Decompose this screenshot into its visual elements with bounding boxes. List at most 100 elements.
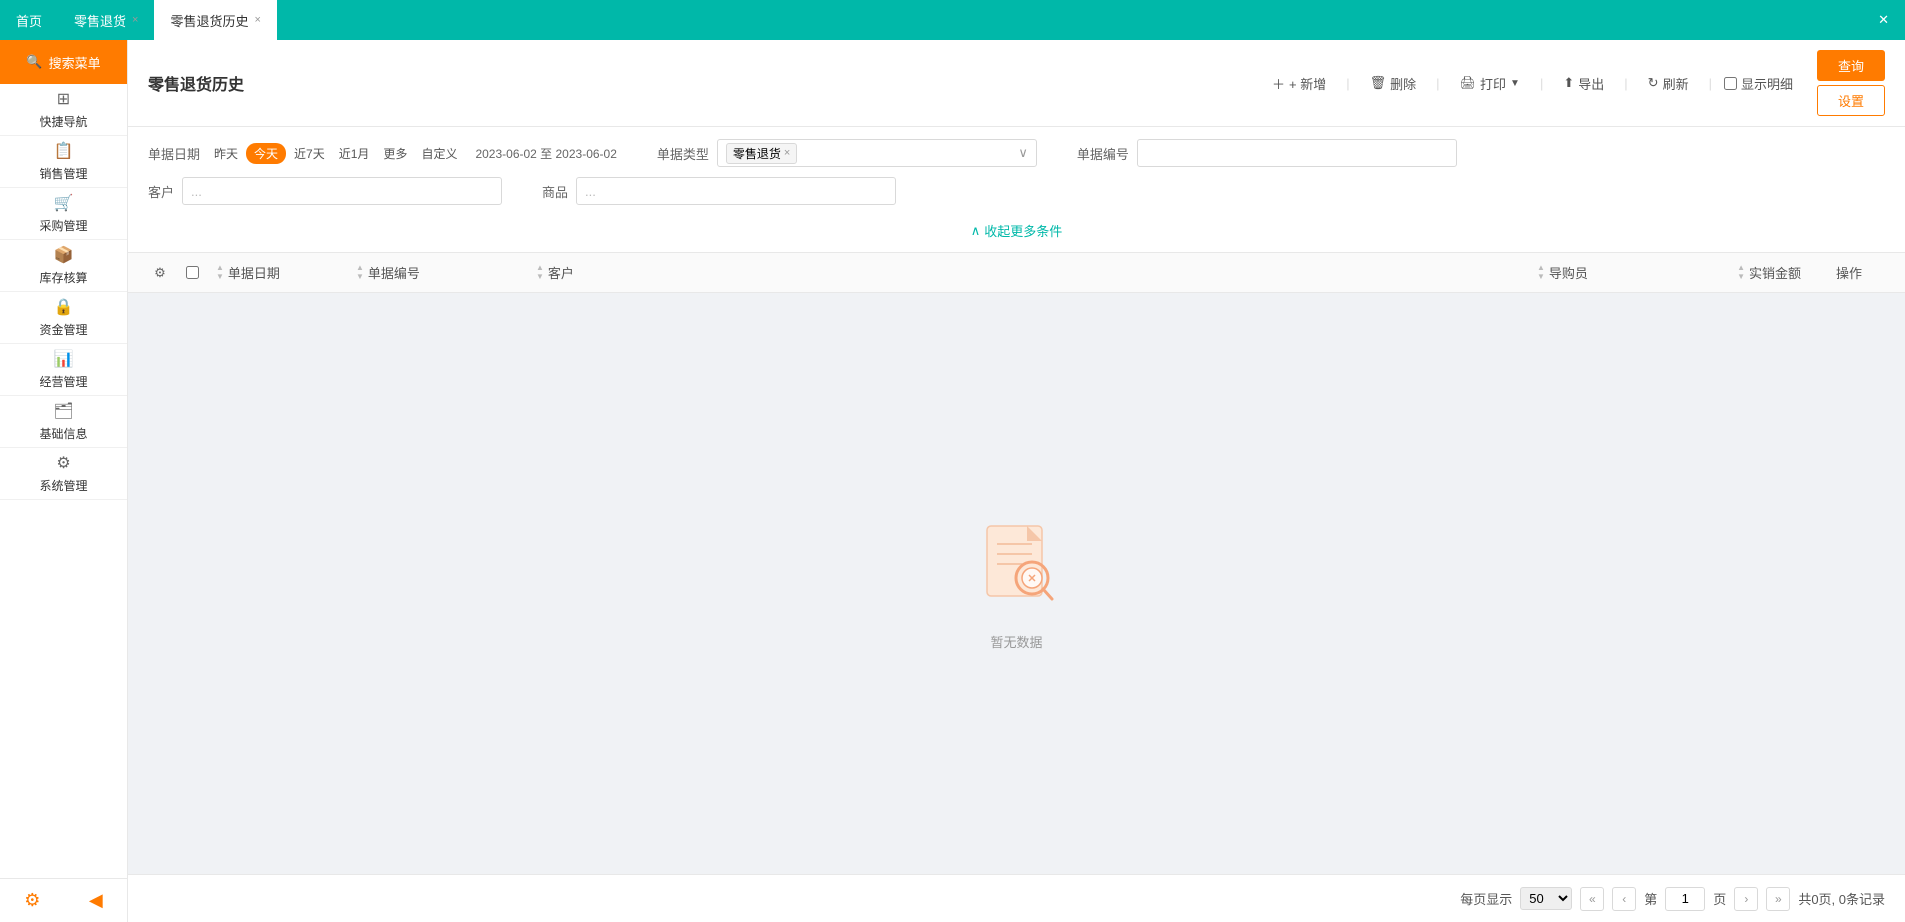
- print-icon: 🖨: [1460, 75, 1477, 91]
- collapse-sidebar-icon[interactable]: ◀: [89, 890, 103, 911]
- doctype-tag-close[interactable]: ×: [784, 147, 790, 159]
- select-all-checkbox[interactable]: [186, 266, 199, 279]
- page-next-btn[interactable]: ›: [1734, 887, 1758, 911]
- doctype-tag-label: 零售退货: [733, 145, 781, 162]
- tab-retail-return[interactable]: 零售退货 ×: [58, 0, 154, 40]
- collapse-icon: ∧: [971, 223, 981, 239]
- page-first-btn[interactable]: «: [1580, 887, 1604, 911]
- sidebar-bottom: ⚙ ◀: [0, 878, 127, 922]
- th-amount-sort[interactable]: ▲▼: [1737, 264, 1745, 281]
- refresh-icon: ↻: [1648, 75, 1659, 91]
- print-arrow-icon: ▼: [1510, 78, 1520, 89]
- date-btn-7days[interactable]: 近7天: [288, 143, 331, 164]
- filter-doctype-item: 单据类型 零售退货 × ∨: [657, 139, 1037, 167]
- refresh-button[interactable]: ↻ 刷新: [1640, 70, 1697, 97]
- sidebar-nav: ⊞ 快捷导航 📋 销售管理 🛒 采购管理 📦 库存核算 🔒 资金管理: [0, 84, 127, 500]
- date-btn-yesterday[interactable]: 昨天: [208, 143, 244, 164]
- th-guide-sort[interactable]: ▲▼: [1537, 264, 1545, 281]
- sidebar-item-quick-nav-label: 快捷导航: [39, 113, 87, 130]
- date-label: 单据日期: [148, 144, 200, 163]
- divider1: |: [1346, 76, 1349, 91]
- search-icon: 🔍: [26, 54, 42, 70]
- sidebar: 🔍 搜索菜单 ⊞ 快捷导航 📋 销售管理 🛒 采购管理 📦 库: [0, 40, 128, 922]
- new-icon: ＋: [1272, 74, 1285, 93]
- show-detail-checkbox[interactable]: [1724, 77, 1737, 90]
- per-page-select[interactable]: 50 100 200: [1520, 887, 1572, 910]
- date-btn-more[interactable]: 更多: [377, 143, 413, 164]
- pagination: 每页显示 50 100 200 « ‹ 第 页 › » 共0页, 0条记录: [128, 874, 1905, 922]
- delete-label: 删除: [1390, 74, 1416, 93]
- th-customer-label: 客户: [548, 263, 574, 282]
- sidebar-item-sales-mgmt[interactable]: 📋 销售管理: [0, 136, 127, 188]
- customer-input[interactable]: ...: [182, 177, 502, 205]
- tab-retail-return-label: 零售退货: [74, 11, 126, 30]
- goods-input[interactable]: ...: [576, 177, 896, 205]
- empty-state: 暂无数据: [128, 293, 1905, 874]
- export-label: 导出: [1578, 74, 1604, 93]
- sidebar-item-purchase-mgmt[interactable]: 🛒 采购管理: [0, 188, 127, 240]
- filter-row-1: 单据日期 昨天 今天 近7天 近1月 更多 自定义 2023-06-02 至 2…: [148, 139, 1885, 167]
- collapse-bar[interactable]: ∧ 收起更多条件: [148, 215, 1885, 240]
- no-data-illustration: [967, 516, 1067, 616]
- operations-icon: 📊: [54, 349, 74, 369]
- filter-goods-item: 商品 ...: [542, 177, 896, 205]
- sidebar-item-inventory-label: 库存核算: [39, 269, 87, 286]
- page-input[interactable]: [1665, 887, 1705, 911]
- empty-text: 暂无数据: [990, 632, 1042, 651]
- filter-customer-item: 客户 ...: [148, 177, 502, 205]
- delete-button[interactable]: 🗑 删除: [1362, 70, 1425, 97]
- sidebar-search[interactable]: 🔍 搜索菜单: [0, 40, 127, 84]
- th-docno-sort[interactable]: ▲▼: [356, 264, 364, 281]
- page-header: 零售退货历史 ＋ + 新增 | 🗑 删除 | 🖨 打印 ▼: [128, 40, 1905, 127]
- sidebar-item-finance-label: 资金管理: [39, 321, 87, 338]
- th-guide-label: 导购员: [1549, 263, 1588, 282]
- total-label: 共0页, 0条记录: [1798, 889, 1885, 908]
- show-detail-checkbox-label[interactable]: 显示明细: [1724, 74, 1793, 93]
- quick-nav-icon: ⊞: [57, 89, 70, 109]
- tab-home[interactable]: 首页: [0, 0, 58, 40]
- tab-retail-return-history-close[interactable]: ×: [254, 14, 260, 26]
- print-button[interactable]: 🖨 打印 ▼: [1452, 70, 1528, 97]
- new-button[interactable]: ＋ + 新增: [1264, 70, 1334, 97]
- th-date-sort[interactable]: ▲▼: [216, 264, 224, 281]
- sidebar-item-system-mgmt[interactable]: ⚙ 系统管理: [0, 448, 127, 500]
- sidebar-item-finance[interactable]: 🔒 资金管理: [0, 292, 127, 344]
- th-customer: ▲▼ 客户: [528, 263, 1529, 282]
- main-layout: 🔍 搜索菜单 ⊞ 快捷导航 📋 销售管理 🛒 采购管理 📦 库: [0, 40, 1905, 922]
- table-select-all[interactable]: [176, 266, 208, 279]
- date-btn-today[interactable]: 今天: [246, 143, 286, 164]
- th-docno: ▲▼ 单据编号: [348, 263, 528, 282]
- doctype-label: 单据类型: [657, 144, 709, 163]
- sidebar-item-inventory[interactable]: 📦 库存核算: [0, 240, 127, 292]
- date-btn-1month[interactable]: 近1月: [333, 143, 376, 164]
- export-button[interactable]: ⬆ 导出: [1555, 70, 1612, 97]
- top-bar-close[interactable]: ✕: [1878, 12, 1905, 28]
- content-area: 零售退货历史 ＋ + 新增 | 🗑 删除 | 🖨 打印 ▼: [128, 40, 1905, 922]
- table-settings-icon[interactable]: ⚙: [144, 265, 176, 281]
- page-label: 第: [1644, 889, 1657, 908]
- sales-mgmt-icon: 📋: [54, 141, 74, 161]
- show-detail-label: 显示明细: [1741, 74, 1793, 93]
- export-icon: ⬆: [1563, 75, 1574, 91]
- th-customer-sort[interactable]: ▲▼: [536, 264, 544, 281]
- sidebar-item-operations[interactable]: 📊 经营管理: [0, 344, 127, 396]
- page-last-btn[interactable]: »: [1766, 887, 1790, 911]
- tab-retail-return-history[interactable]: 零售退货历史 ×: [154, 0, 276, 40]
- table-header: ⚙ ▲▼ 单据日期 ▲▼ 单据编号 ▲▼ 客户 ▲▼ 导: [128, 253, 1905, 293]
- print-label: 打印: [1480, 74, 1506, 93]
- action-buttons: 查询 设置: [1817, 50, 1885, 116]
- page-prev-btn[interactable]: ‹: [1612, 887, 1636, 911]
- doctype-container[interactable]: 零售退货 × ∨: [717, 139, 1037, 167]
- doctype-dropdown-arrow[interactable]: ∨: [1018, 145, 1028, 161]
- tab-retail-return-close[interactable]: ×: [132, 14, 138, 26]
- sidebar-item-basic-info[interactable]: 🗂 基础信息: [0, 396, 127, 448]
- query-button[interactable]: 查询: [1817, 50, 1885, 81]
- th-amount-label: 实销金额: [1749, 263, 1801, 282]
- docno-input[interactable]: [1137, 139, 1457, 167]
- sidebar-item-quick-nav[interactable]: ⊞ 快捷导航: [0, 84, 127, 136]
- set-button[interactable]: 设置: [1817, 85, 1885, 116]
- date-btn-custom[interactable]: 自定义: [415, 143, 463, 164]
- tab-retail-return-history-label: 零售退货历史: [170, 11, 248, 30]
- page-unit: 页: [1713, 889, 1726, 908]
- settings-icon[interactable]: ⚙: [24, 890, 40, 911]
